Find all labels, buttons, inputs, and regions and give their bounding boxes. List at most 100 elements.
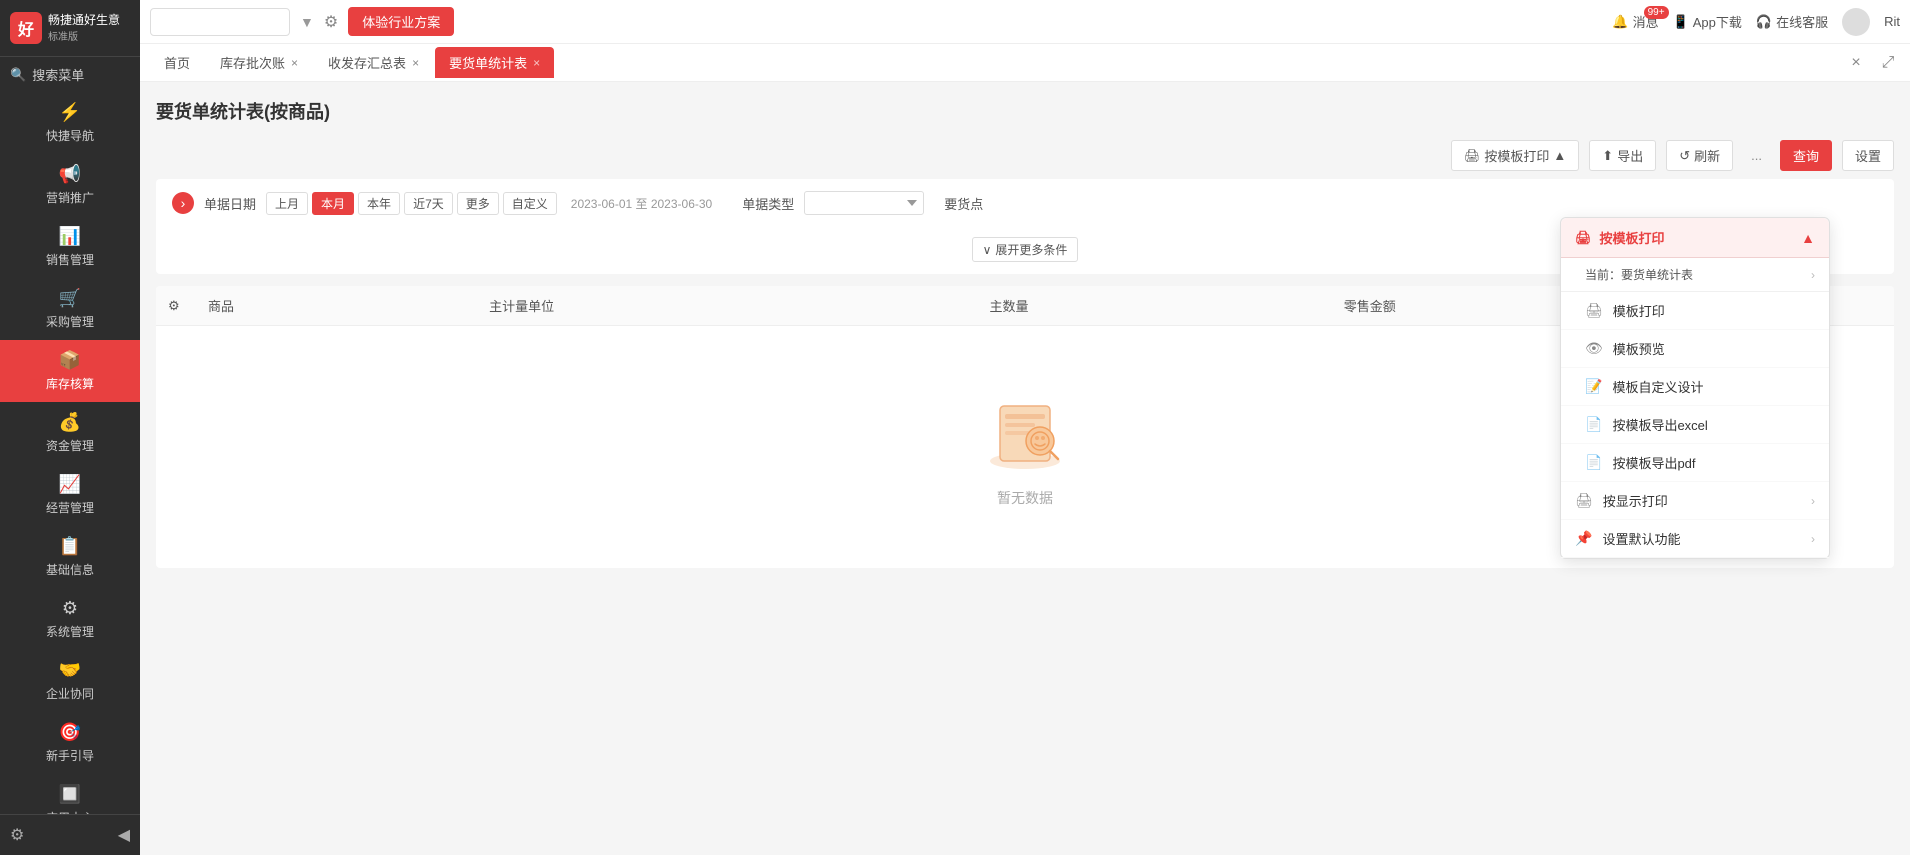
empty-text: 暂无数据 bbox=[997, 488, 1053, 508]
operation-icon: 📈 bbox=[59, 474, 81, 495]
dropdown-collapse-icon: ▲ bbox=[1801, 230, 1815, 246]
date-options: 上月 本月 本年 近7天 更多 自定义 bbox=[266, 192, 557, 215]
dropdown-item-template-preview[interactable]: 👁 模板预览 bbox=[1561, 330, 1829, 368]
dropdown-item-export-pdf[interactable]: 📄 按模板导出pdf bbox=[1561, 444, 1829, 482]
avatar[interactable] bbox=[1842, 8, 1870, 36]
print-btn[interactable]: 🖨 按模板打印 ▲ bbox=[1451, 140, 1579, 171]
expand-more-btn[interactable]: ∨ 展开更多条件 bbox=[972, 237, 1079, 262]
tab-receivable-summary-label: 收发存汇总表 bbox=[328, 53, 406, 72]
guide-icon: 🎯 bbox=[59, 722, 81, 743]
display-print-arrow: › bbox=[1811, 494, 1815, 508]
type-select[interactable] bbox=[804, 191, 924, 215]
app-logo-icon: 好 bbox=[10, 12, 42, 44]
maximize-btn[interactable]: ⤢ bbox=[1876, 51, 1900, 75]
sidebar-item-guide[interactable]: 🎯 新手引导 bbox=[0, 712, 140, 774]
sidebar-item-label: 新手引导 bbox=[46, 747, 94, 764]
bell-icon: 🔔 bbox=[1612, 14, 1628, 30]
default-func-arrow: › bbox=[1811, 532, 1815, 546]
sidebar-item-inventory[interactable]: 📦 库存核算 bbox=[0, 340, 140, 402]
trial-button[interactable]: 体验行业方案 bbox=[348, 7, 454, 36]
print-btn-label: 按模板打印 bbox=[1484, 146, 1549, 165]
online-service-label: 在线客服 bbox=[1776, 12, 1828, 31]
tab-receivable-summary-close[interactable]: × bbox=[412, 56, 419, 70]
sidebar-item-operation[interactable]: 📈 经营管理 bbox=[0, 464, 140, 526]
dropdown-item-export-excel[interactable]: 📄 按模板导出excel bbox=[1561, 406, 1829, 444]
print-arrow-icon: ▲ bbox=[1553, 148, 1566, 163]
more-dates-btn[interactable]: 更多 bbox=[457, 192, 499, 215]
page-title: 要货单统计表(按商品) bbox=[156, 98, 1894, 124]
app-download-label: App下载 bbox=[1693, 12, 1742, 31]
sidebar-logo: 好 畅捷通好生意 标准版 bbox=[0, 0, 140, 57]
template-preview-icon: 👁 bbox=[1585, 340, 1603, 357]
filter-expand-btn[interactable]: › bbox=[172, 192, 194, 214]
close-window-btn[interactable]: × bbox=[1844, 51, 1868, 75]
query-btn[interactable]: 查询 bbox=[1780, 140, 1832, 171]
sidebar-item-appstore[interactable]: 🔲 应用中心 bbox=[0, 774, 140, 814]
app-download-btn[interactable]: 📱 App下载 bbox=[1673, 12, 1742, 31]
prev-month-btn[interactable]: 上月 bbox=[266, 192, 308, 215]
expand-more-label: 展开更多条件 bbox=[995, 241, 1067, 258]
export-excel-icon: 📄 bbox=[1585, 416, 1602, 433]
inventory-icon: 📦 bbox=[59, 350, 81, 371]
topbar-search-input[interactable] bbox=[150, 8, 290, 36]
custom-date-btn[interactable]: 自定义 bbox=[503, 192, 557, 215]
col-settings[interactable]: ⚙ bbox=[156, 286, 196, 326]
sidebar-collapse-btn[interactable]: ◀ bbox=[118, 825, 130, 845]
sidebar-item-label: 系统管理 bbox=[46, 623, 94, 640]
appstore-icon: 🔲 bbox=[59, 784, 81, 805]
notifications-btn[interactable]: 🔔 消息 99+ bbox=[1612, 12, 1658, 31]
sidebar-item-label: 资金管理 bbox=[46, 437, 94, 454]
refresh-btn[interactable]: ↺ 刷新 bbox=[1666, 140, 1733, 171]
dropdown-default-func[interactable]: 📌 设置默认功能 › bbox=[1561, 520, 1829, 558]
tab-order-stats[interactable]: 要货单统计表 × bbox=[435, 47, 554, 78]
search-icon: 🔍 bbox=[10, 67, 26, 83]
dropdown-header[interactable]: 🖨 按模板打印 ▲ bbox=[1561, 218, 1829, 258]
sidebar-item-marketing[interactable]: 📢 营销推广 bbox=[0, 154, 140, 216]
sidebar-item-purchase[interactable]: 🛒 采购管理 bbox=[0, 278, 140, 340]
col-quantity: 主数量 bbox=[978, 286, 1332, 326]
sidebar-item-label: 基础信息 bbox=[46, 561, 94, 578]
date-range-display: 2023-06-01 至 2023-06-30 bbox=[571, 195, 712, 212]
tab-inventory-batch-label: 库存批次账 bbox=[220, 53, 285, 72]
current-year-btn[interactable]: 本年 bbox=[358, 192, 400, 215]
dropdown-display-print[interactable]: 🖨 按显示打印 › bbox=[1561, 482, 1829, 520]
tab-order-stats-close[interactable]: × bbox=[533, 56, 540, 70]
tab-home[interactable]: 首页 bbox=[150, 47, 204, 78]
dropdown-current-template[interactable]: 当前：要货单统计表 › bbox=[1561, 258, 1829, 292]
sales-icon: 📊 bbox=[59, 226, 81, 247]
dropdown-item-template-print[interactable]: 🖨 模板打印 bbox=[1561, 292, 1829, 330]
sidebar-footer: ⚙ ◀ bbox=[0, 814, 140, 855]
sidebar-item-system[interactable]: ⚙ 系统管理 bbox=[0, 588, 140, 650]
current-month-btn[interactable]: 本月 bbox=[312, 192, 354, 215]
purchase-icon: 🛒 bbox=[59, 288, 81, 309]
sidebar-item-label: 库存核算 bbox=[46, 375, 94, 392]
topbar-gear-icon[interactable]: ⚙ bbox=[324, 12, 338, 32]
sidebar-item-finance[interactable]: 💰 资金管理 bbox=[0, 402, 140, 464]
export-icon: ⬆ bbox=[1602, 148, 1613, 164]
quick-nav-icon: ⚡ bbox=[59, 102, 81, 123]
marketing-icon: 📢 bbox=[59, 164, 81, 185]
sidebar-nav: ⚡ 快捷导航 📢 营销推广 📊 销售管理 🛒 采购管理 📦 库存核算 💰 资金管… bbox=[0, 92, 140, 814]
last-7days-btn[interactable]: 近7天 bbox=[404, 192, 453, 215]
sidebar-item-basic[interactable]: 📋 基础信息 bbox=[0, 526, 140, 588]
sidebar-search[interactable]: 🔍 搜索菜单 bbox=[0, 57, 140, 92]
tab-inventory-batch-close[interactable]: × bbox=[291, 56, 298, 70]
tab-inventory-batch[interactable]: 库存批次账 × bbox=[206, 47, 312, 78]
chevron-down-icon: ∨ bbox=[983, 243, 992, 257]
toolbar: 🖨 按模板打印 ▲ ⬆ 导出 ↺ 刷新 ... 查询 设置 bbox=[156, 140, 1894, 171]
template-custom-icon: 📝 bbox=[1585, 378, 1602, 395]
sidebar-item-quick-nav[interactable]: ⚡ 快捷导航 bbox=[0, 92, 140, 154]
dropdown-item-template-custom[interactable]: 📝 模板自定义设计 bbox=[1561, 368, 1829, 406]
tab-receivable-summary[interactable]: 收发存汇总表 × bbox=[314, 47, 433, 78]
online-service-btn[interactable]: 🎧 在线客服 bbox=[1756, 12, 1828, 31]
settings-btn[interactable]: 设置 bbox=[1842, 140, 1894, 171]
sidebar-search-label: 搜索菜单 bbox=[32, 65, 84, 84]
sidebar-item-sales[interactable]: 📊 销售管理 bbox=[0, 216, 140, 278]
sidebar-item-enterprise[interactable]: 🤝 企业协同 bbox=[0, 650, 140, 712]
main-content: ▼ ⚙ 体验行业方案 🔔 消息 99+ 📱 App下载 🎧 在线客服 Rit 首… bbox=[140, 0, 1910, 855]
topbar-dropdown-chevron[interactable]: ▼ bbox=[300, 14, 314, 30]
export-btn[interactable]: ⬆ 导出 bbox=[1589, 140, 1656, 171]
more-options-btn[interactable]: ... bbox=[1743, 143, 1770, 168]
sidebar: 好 畅捷通好生意 标准版 🔍 搜索菜单 ⚡ 快捷导航 📢 营销推广 📊 销售管理… bbox=[0, 0, 140, 855]
sidebar-settings-btn[interactable]: ⚙ bbox=[10, 825, 24, 845]
